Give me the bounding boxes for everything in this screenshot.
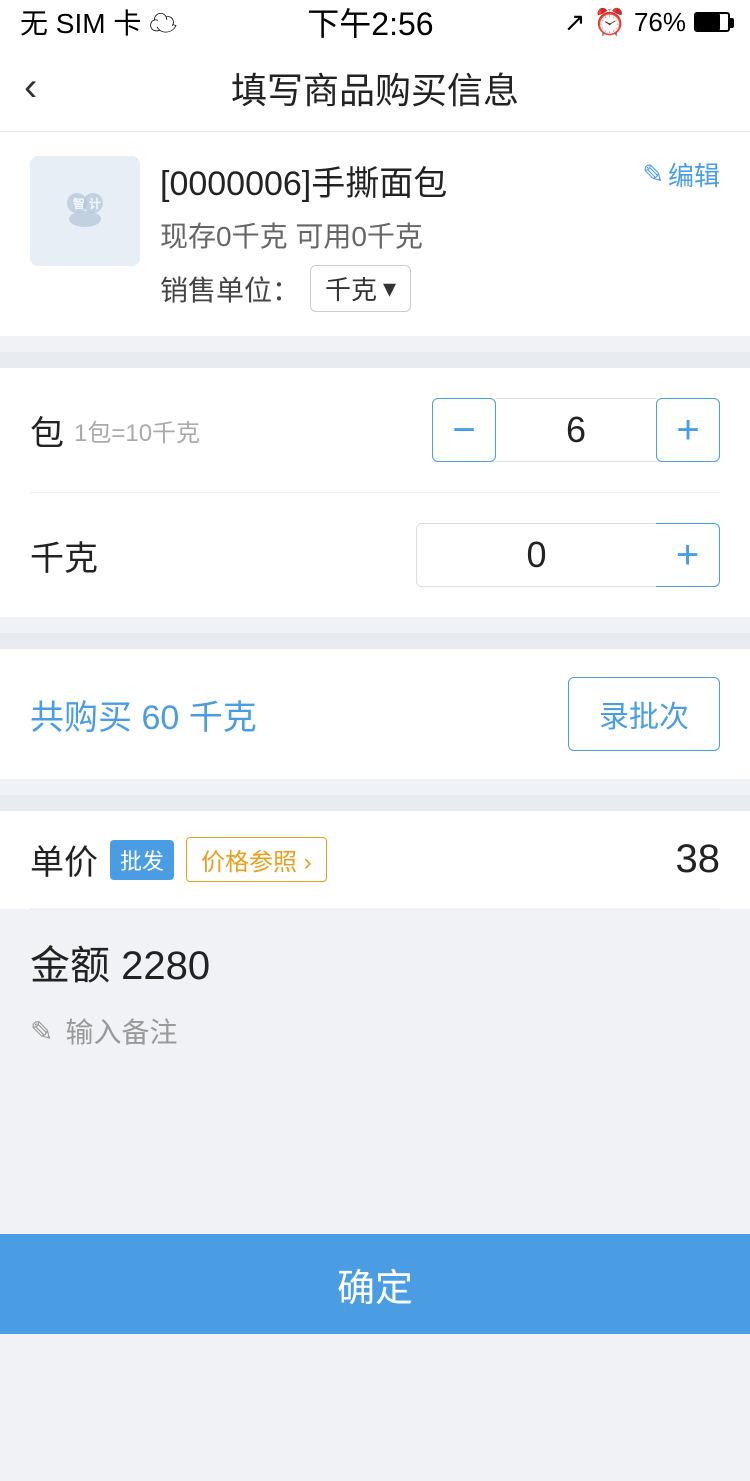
price-value: 38 (676, 837, 721, 882)
price-label: 单价 批发 价格参照 › (30, 835, 327, 884)
svg-text:计: 计 (89, 196, 101, 211)
product-info: [0000006]手撕面包 ✎ 编辑 现存0千克 可用0千克 销售单位： 千克 … (160, 156, 720, 312)
package-sublabel: 1包=10千克 (74, 413, 200, 448)
confirm-button[interactable]: 确定 (0, 1234, 750, 1334)
package-label: 包 1包=10千克 (30, 406, 200, 455)
section-divider-2 (0, 633, 750, 649)
kilogram-increment-button[interactable]: + (656, 523, 720, 587)
status-time: 下午2:56 (307, 0, 433, 45)
status-right: ↗ ⏰ 76% (564, 7, 730, 38)
product-unit: 销售单位： 千克 ▾ (160, 265, 720, 312)
edit-icon: ✎ (642, 159, 664, 190)
pencil-icon: ✎ (30, 1015, 53, 1048)
package-controls: − + (432, 398, 720, 462)
total-row: 共购买 60 千克 录批次 (0, 649, 750, 779)
page-title: 填写商品购买信息 (231, 62, 519, 114)
product-stock: 现存0千克 可用0千克 (160, 215, 720, 255)
total-amount: 60 (141, 699, 179, 737)
edit-button[interactable]: ✎ 编辑 (642, 156, 720, 193)
svg-text:智: 智 (72, 196, 85, 211)
sim-label: 无 SIM 卡 ☁ (20, 2, 177, 42)
amount-section: 金额 2280 ✎ 输入备注 (0, 909, 750, 1081)
price-ref-button[interactable]: 价格参照 › (186, 837, 327, 882)
product-name: [0000006]手撕面包 (160, 156, 447, 205)
package-quantity-input[interactable] (496, 398, 656, 462)
pifa-tag: 批发 (110, 840, 174, 880)
status-left: 无 SIM 卡 ☁ (20, 2, 177, 42)
kilogram-controls: + (416, 523, 720, 587)
status-bar: 无 SIM 卡 ☁ 下午2:56 ↗ ⏰ 76% (0, 0, 750, 44)
spacer (0, 1081, 750, 1381)
battery-label: 76% (634, 7, 686, 38)
package-input-row: 包 1包=10千克 − + (30, 368, 720, 493)
total-text: 共购买 60 千克 (30, 690, 257, 739)
package-decrement-button[interactable]: − (432, 398, 496, 462)
battery-icon (694, 12, 730, 32)
unit-select[interactable]: 千克 ▾ (310, 265, 411, 312)
kilogram-quantity-input[interactable] (416, 523, 656, 587)
product-thumbnail: 智 计 (30, 156, 140, 266)
section-divider-1 (0, 352, 750, 368)
price-row: 单价 批发 价格参照 › 38 (30, 835, 720, 909)
remark-row[interactable]: ✎ 输入备注 (30, 1011, 720, 1051)
chevron-down-icon: ▾ (383, 273, 396, 304)
product-thumb-icon: 智 计 (55, 181, 115, 241)
package-increment-button[interactable]: + (656, 398, 720, 462)
alarm-icon: ⏰ (594, 7, 626, 38)
back-button[interactable]: ‹ (24, 65, 37, 110)
remark-label: 输入备注 (65, 1011, 177, 1051)
product-card: 智 计 [0000006]手撕面包 ✎ 编辑 现存0千克 可用0千克 销售单位：… (0, 132, 750, 336)
nav-bar: ‹ 填写商品购买信息 (0, 44, 750, 132)
package-input-section: 包 1包=10千克 − + 千克 + (0, 368, 750, 617)
amount-row: 金额 2280 (30, 933, 720, 991)
price-section: 单价 批发 价格参照 › 38 (0, 811, 750, 909)
kilogram-label: 千克 (30, 531, 98, 580)
amount-value: 2280 (121, 944, 210, 988)
kilogram-input-row: 千克 + (30, 493, 720, 617)
section-divider-3 (0, 795, 750, 811)
location-icon: ↗ (564, 7, 586, 38)
batch-button[interactable]: 录批次 (568, 677, 720, 751)
